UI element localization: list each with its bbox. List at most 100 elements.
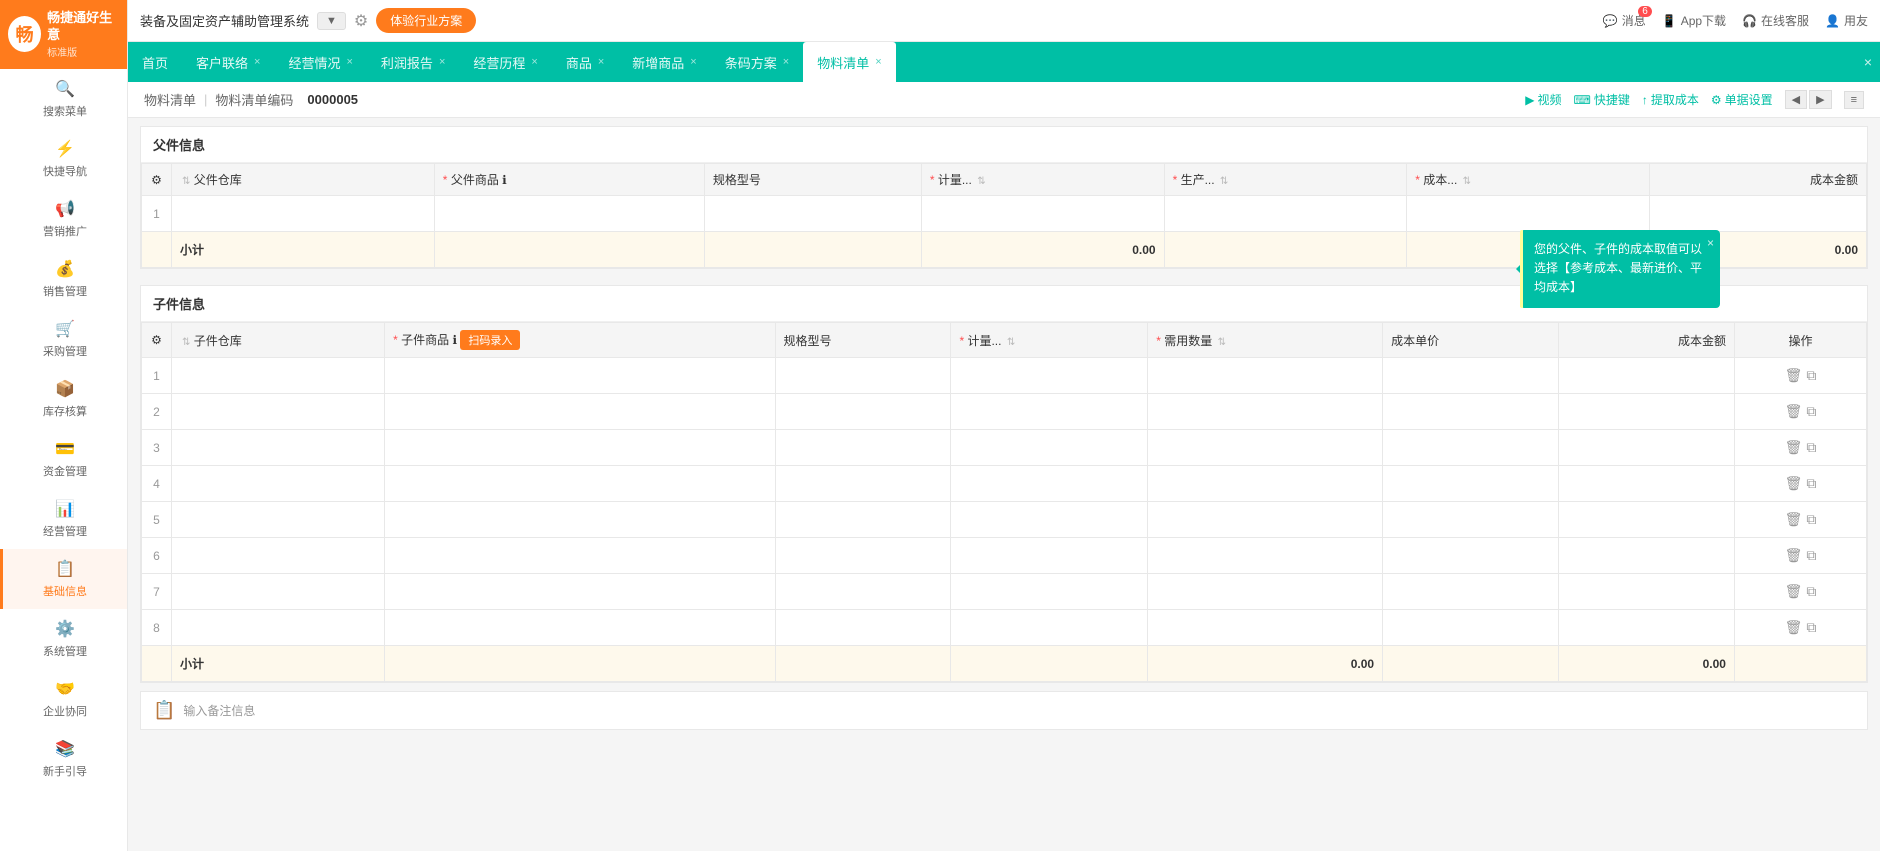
delete-row-btn[interactable]: 🗑: [1785, 511, 1803, 528]
child-goods-cell[interactable]: [385, 538, 775, 574]
system-dropdown-btn[interactable]: ▼: [317, 12, 346, 30]
child-goods-cell[interactable]: [385, 610, 775, 646]
online-service-btn[interactable]: 🎧 在线客服: [1742, 12, 1809, 29]
child-qty-cell[interactable]: [951, 358, 1148, 394]
child-spec-cell[interactable]: [775, 502, 951, 538]
tab-close-icon[interactable]: ×: [690, 56, 696, 68]
tab-close-icon[interactable]: ×: [783, 56, 789, 68]
sidebar-item-basic[interactable]: 📋 基础信息: [0, 549, 127, 609]
child-qty-cell[interactable]: [951, 430, 1148, 466]
sidebar-item-finance[interactable]: 💳 资金管理: [0, 429, 127, 489]
tab-close-icon[interactable]: ×: [875, 56, 881, 68]
child-goods-cell[interactable]: [385, 574, 775, 610]
tab-bom[interactable]: 物料清单×: [803, 42, 895, 82]
child-spec-cell[interactable]: [775, 610, 951, 646]
parent-col-settings[interactable]: ⚙: [142, 164, 172, 196]
shortcut-action-btn[interactable]: ⌨ 快捷键: [1574, 91, 1630, 108]
child-col-settings[interactable]: ⚙: [142, 323, 172, 358]
sidebar-item-guide[interactable]: 📚 新手引导: [0, 729, 127, 789]
sidebar-item-enterprise[interactable]: 🤝 企业协同: [0, 669, 127, 729]
sidebar-item-marketing[interactable]: 📢 营销推广: [0, 189, 127, 249]
parent-warehouse-cell[interactable]: [172, 196, 435, 232]
child-warehouse-cell[interactable]: [172, 538, 385, 574]
child-spec-cell[interactable]: [775, 394, 951, 430]
child-cost-price-cell[interactable]: [1383, 538, 1559, 574]
child-cost-price-cell[interactable]: [1383, 394, 1559, 430]
child-cost-price-cell[interactable]: [1383, 430, 1559, 466]
child-goods-cell[interactable]: [385, 502, 775, 538]
close-all-tabs-btn[interactable]: ×: [1856, 54, 1880, 70]
delete-row-btn[interactable]: 🗑: [1785, 547, 1803, 564]
child-cost-price-cell[interactable]: [1383, 466, 1559, 502]
child-cost-amount-cell[interactable]: [1559, 502, 1735, 538]
child-goods-cell[interactable]: [385, 358, 775, 394]
tab-goods[interactable]: 商品×: [552, 42, 618, 82]
settings-icon[interactable]: ⚙: [354, 11, 368, 31]
child-warehouse-cell[interactable]: [172, 430, 385, 466]
menu-btn[interactable]: ≡: [1844, 91, 1864, 109]
child-cost-amount-cell[interactable]: [1559, 358, 1735, 394]
delete-row-btn[interactable]: 🗑: [1785, 475, 1803, 492]
next-record-btn[interactable]: ▶: [1809, 90, 1831, 109]
child-cost-amount-cell[interactable]: [1559, 538, 1735, 574]
child-needed-qty-cell[interactable]: [1148, 358, 1383, 394]
child-cost-amount-cell[interactable]: [1559, 466, 1735, 502]
sidebar-item-search[interactable]: 🔍 搜索菜单: [0, 69, 127, 129]
parent-cost-amount-cell[interactable]: [1650, 196, 1867, 232]
prev-record-btn[interactable]: ◀: [1785, 90, 1807, 109]
copy-row-btn[interactable]: ⧉: [1806, 403, 1816, 420]
child-qty-cell[interactable]: [951, 538, 1148, 574]
tab-close-icon[interactable]: ×: [346, 56, 352, 68]
view-action-btn[interactable]: ▶ 视频: [1525, 91, 1561, 108]
copy-row-btn[interactable]: ⧉: [1806, 511, 1816, 528]
extract-cost-btn[interactable]: ↑ 提取成本: [1642, 91, 1699, 108]
child-cost-price-cell[interactable]: [1383, 358, 1559, 394]
scan-btn[interactable]: 扫码录入: [460, 330, 520, 350]
copy-row-btn[interactable]: ⧉: [1806, 583, 1816, 600]
parent-cost-cell[interactable]: [1407, 196, 1650, 232]
delete-row-btn[interactable]: 🗑: [1785, 583, 1803, 600]
app-download-btn[interactable]: 📱 App下载: [1662, 12, 1726, 29]
child-warehouse-cell[interactable]: [172, 502, 385, 538]
child-needed-qty-cell[interactable]: [1148, 538, 1383, 574]
child-cost-price-cell[interactable]: [1383, 502, 1559, 538]
child-warehouse-cell[interactable]: [172, 466, 385, 502]
child-spec-cell[interactable]: [775, 466, 951, 502]
tab-close-icon[interactable]: ×: [598, 56, 604, 68]
user-btn[interactable]: 👤 用友: [1825, 12, 1868, 29]
copy-row-btn[interactable]: ⧉: [1806, 475, 1816, 492]
parent-prod-cell[interactable]: [1164, 196, 1407, 232]
delete-row-btn[interactable]: 🗑: [1785, 367, 1803, 384]
child-qty-cell[interactable]: [951, 394, 1148, 430]
child-needed-qty-cell[interactable]: [1148, 430, 1383, 466]
child-cost-price-cell[interactable]: [1383, 610, 1559, 646]
delete-row-btn[interactable]: 🗑: [1785, 403, 1803, 420]
child-qty-cell[interactable]: [951, 502, 1148, 538]
child-goods-cell[interactable]: [385, 394, 775, 430]
child-cost-amount-cell[interactable]: [1559, 394, 1735, 430]
child-needed-qty-cell[interactable]: [1148, 574, 1383, 610]
sidebar-item-quicknav[interactable]: ⚡ 快捷导航: [0, 129, 127, 189]
tab-profit[interactable]: 利润报告×: [367, 42, 459, 82]
delete-row-btn[interactable]: 🗑: [1785, 439, 1803, 456]
tab-barcode[interactable]: 条码方案×: [711, 42, 803, 82]
child-needed-qty-cell[interactable]: [1148, 394, 1383, 430]
child-spec-cell[interactable]: [775, 538, 951, 574]
child-warehouse-cell[interactable]: [172, 394, 385, 430]
sidebar-item-inventory[interactable]: 📦 库存核算: [0, 369, 127, 429]
child-warehouse-cell[interactable]: [172, 574, 385, 610]
delete-row-btn[interactable]: 🗑: [1785, 619, 1803, 636]
tab-new-goods[interactable]: 新增商品×: [618, 42, 710, 82]
child-qty-cell[interactable]: [951, 466, 1148, 502]
child-needed-qty-cell[interactable]: [1148, 502, 1383, 538]
tab-customer[interactable]: 客户联络×: [182, 42, 274, 82]
sidebar-item-sales[interactable]: 💰 销售管理: [0, 249, 127, 309]
child-cost-amount-cell[interactable]: [1559, 610, 1735, 646]
child-goods-cell[interactable]: [385, 430, 775, 466]
child-spec-cell[interactable]: [775, 574, 951, 610]
child-qty-cell[interactable]: [951, 574, 1148, 610]
parent-goods-cell[interactable]: [434, 196, 704, 232]
child-cost-amount-cell[interactable]: [1559, 430, 1735, 466]
tooltip-close-btn[interactable]: ×: [1707, 234, 1714, 253]
sidebar-item-operation[interactable]: 📊 经营管理: [0, 489, 127, 549]
